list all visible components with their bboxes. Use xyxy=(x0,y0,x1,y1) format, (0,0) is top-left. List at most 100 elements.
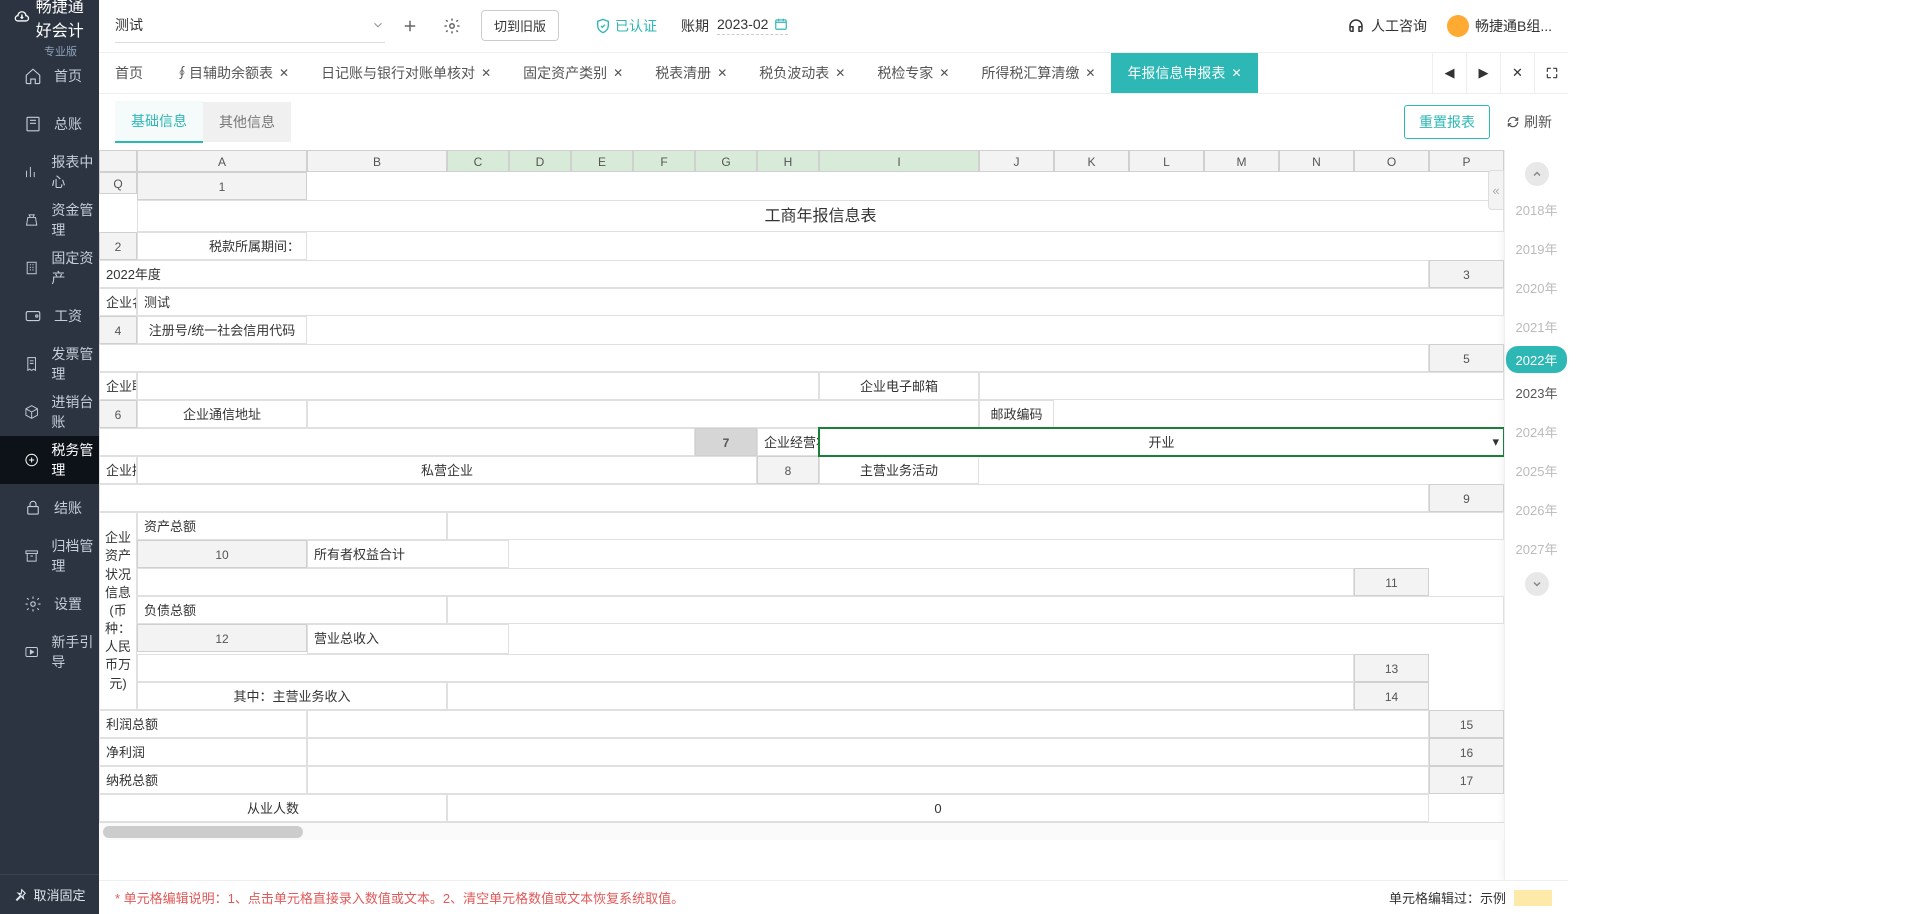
year-option[interactable]: 2026年 xyxy=(1516,490,1558,529)
tab-bank-recon[interactable]: 日记账与银行对账单核对✕ xyxy=(305,53,507,93)
row-header[interactable]: 3 xyxy=(1429,260,1504,288)
col-header[interactable]: C xyxy=(447,150,509,172)
cell[interactable]: 注册号/统一社会信用代码 xyxy=(137,316,307,344)
year-option[interactable]: 2025年 xyxy=(1516,451,1558,490)
col-header[interactable]: A xyxy=(137,150,307,172)
cell[interactable] xyxy=(447,682,1354,710)
cell[interactable] xyxy=(137,372,819,400)
nav-invoice[interactable]: 发票管理 xyxy=(0,340,99,388)
horizontal-scrollbar[interactable] xyxy=(99,822,1504,840)
cell[interactable]: 净利润 xyxy=(99,738,307,766)
cell[interactable] xyxy=(447,596,1504,624)
row-header[interactable]: 1 xyxy=(137,172,307,200)
year-option[interactable]: 2021年 xyxy=(1516,307,1558,346)
cell[interactable]: 0 xyxy=(447,794,1429,822)
row-header[interactable]: 6 xyxy=(99,400,137,428)
row-header[interactable]: 16 xyxy=(1429,738,1504,766)
tab-income-tax[interactable]: 所得税汇算清缴✕ xyxy=(965,53,1111,93)
col-header[interactable]: O xyxy=(1354,150,1429,172)
row-header[interactable]: 12 xyxy=(137,624,307,652)
nav-assets[interactable]: 固定资产 xyxy=(0,244,99,292)
cell[interactable] xyxy=(979,372,1504,400)
col-header[interactable]: E xyxy=(571,150,633,172)
year-option[interactable]: 2018年 xyxy=(1516,190,1558,229)
reset-report-button[interactable]: 重置报表 xyxy=(1404,105,1490,139)
col-header[interactable]: G xyxy=(695,150,757,172)
col-header[interactable]: Q xyxy=(99,172,137,194)
cell[interactable] xyxy=(307,400,979,428)
year-option[interactable]: 2027年 xyxy=(1516,529,1558,568)
cell[interactable]: 主营业务活动 xyxy=(819,456,979,484)
year-option[interactable]: 2020年 xyxy=(1516,268,1558,307)
cell[interactable]: 负债总额 xyxy=(137,596,447,624)
cell[interactable]: 测试 xyxy=(137,288,1504,316)
nav-close[interactable]: 结账 xyxy=(0,484,99,532)
cell[interactable]: 资产总额 xyxy=(137,512,447,540)
cell[interactable] xyxy=(137,568,1354,596)
col-header[interactable]: L xyxy=(1129,150,1204,172)
col-header[interactable]: P xyxy=(1429,150,1504,172)
tab-home[interactable]: 首页 xyxy=(99,53,159,93)
status-dropdown-cell[interactable]: 开业 ▾ xyxy=(819,428,1504,456)
spreadsheet[interactable]: A B C D E F G H I J K L M N O P Q xyxy=(99,150,1504,880)
row-header[interactable]: 9 xyxy=(1429,484,1504,512)
user-menu[interactable]: 畅捷通B组... xyxy=(1447,15,1552,37)
nav-home[interactable]: 首页 xyxy=(0,52,99,100)
tab-fullscreen[interactable] xyxy=(1534,52,1568,94)
col-header[interactable]: B xyxy=(307,150,447,172)
row-header[interactable]: 15 xyxy=(1429,710,1504,738)
cell[interactable]: 企业电子邮箱 xyxy=(819,372,979,400)
col-header[interactable]: K xyxy=(1054,150,1129,172)
tab-tax-fluctuation[interactable]: 税负波动表✕ xyxy=(743,53,861,93)
year-up-button[interactable] xyxy=(1525,162,1549,186)
select-all-corner[interactable] xyxy=(99,150,137,172)
year-option[interactable]: 2024年 xyxy=(1516,412,1558,451)
refresh-button[interactable]: 刷新 xyxy=(1506,112,1552,132)
row-header[interactable]: 13 xyxy=(1354,654,1429,682)
tab-scroll-left[interactable]: ◀ xyxy=(1432,52,1466,94)
company-dropdown[interactable]: 测试 xyxy=(115,9,385,43)
unpin-button[interactable]: 取消固定 xyxy=(0,874,99,914)
row-header[interactable]: 10 xyxy=(137,540,307,568)
sheet-title[interactable]: 工商年报信息表 xyxy=(137,200,1504,232)
nav-guide[interactable]: 新手引导 xyxy=(0,628,99,676)
row-header[interactable]: 11 xyxy=(1354,568,1429,596)
cell[interactable]: 2022年度 xyxy=(99,260,1429,288)
close-icon[interactable]: ✕ xyxy=(481,66,491,80)
close-icon[interactable]: ✕ xyxy=(279,66,289,80)
cell[interactable]: 私营企业 xyxy=(137,456,757,484)
close-icon[interactable]: ✕ xyxy=(1231,66,1241,80)
row-header[interactable]: 8 xyxy=(757,456,819,484)
year-down-button[interactable] xyxy=(1525,572,1549,596)
tab-close-all[interactable]: ✕ xyxy=(1500,52,1534,94)
cell[interactable] xyxy=(307,710,1429,738)
tab-annual-report[interactable]: 年报信息申报表✕ xyxy=(1111,53,1257,93)
tab-scroll-right[interactable]: ▶ xyxy=(1466,52,1500,94)
nav-tax[interactable]: 税务管理 xyxy=(0,436,99,484)
cell[interactable]: 其中：主营业务收入 xyxy=(137,682,447,710)
row-header[interactable]: 5 xyxy=(1429,344,1504,372)
row-header[interactable]: 7 xyxy=(695,428,757,456)
year-option-active[interactable]: 2022年 xyxy=(1506,346,1568,373)
cell[interactable]: 邮政编码 xyxy=(979,400,1054,428)
cell[interactable] xyxy=(447,512,1504,540)
verified-badge[interactable]: 已认证 xyxy=(595,16,657,36)
year-option[interactable]: 2019年 xyxy=(1516,229,1558,268)
row-header[interactable]: 17 xyxy=(1429,766,1504,794)
cell[interactable]: 企业经营状态 xyxy=(757,428,819,456)
col-header[interactable]: F xyxy=(633,150,695,172)
add-button[interactable] xyxy=(393,9,427,43)
cell[interactable]: 所有者权益合计 xyxy=(307,540,509,568)
tab-asset-category[interactable]: 固定资产类别✕ xyxy=(507,53,639,93)
col-header[interactable]: D xyxy=(509,150,571,172)
cell[interactable]: 利润总额 xyxy=(99,710,307,738)
cell[interactable]: 企业通信地址 xyxy=(137,400,307,428)
cell[interactable]: 企业资产状况信息(币种：人民币万元) xyxy=(99,512,137,710)
cell[interactable]: 从业人数 xyxy=(99,794,447,822)
cell[interactable]: 税款所属期间： xyxy=(137,232,307,260)
scrollbar-thumb[interactable] xyxy=(103,826,303,838)
cell[interactable]: 企业联系电话 xyxy=(99,372,137,400)
nav-archive[interactable]: 归档管理 xyxy=(0,532,99,580)
row-header[interactable]: 2 xyxy=(99,232,137,260)
col-header[interactable]: M xyxy=(1204,150,1279,172)
